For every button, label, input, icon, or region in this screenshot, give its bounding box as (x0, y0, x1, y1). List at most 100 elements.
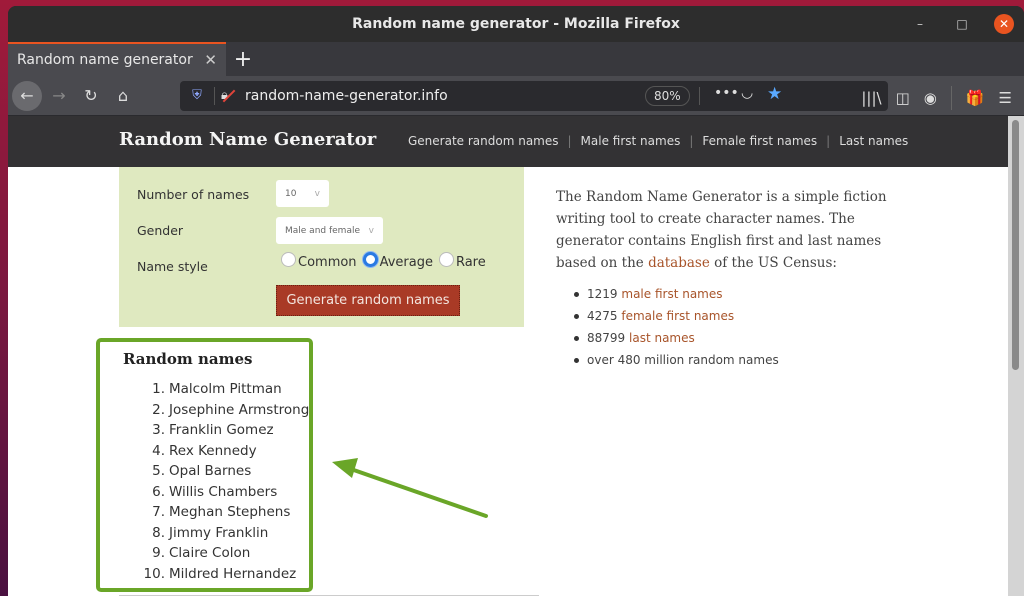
stat-link[interactable]: female first names (621, 309, 734, 323)
name-list-item: 2. Josephine Armstrong (100, 402, 310, 423)
page-actions-more-icon[interactable]: ••• (714, 85, 739, 101)
name-list-item: 10. Mildred Hernandez (100, 566, 310, 587)
gender-label: Gender (137, 223, 184, 238)
site-header: Random Name Generator Generate random na… (8, 116, 1008, 167)
pocket-icon[interactable]: ◡ (741, 85, 753, 101)
url-bar[interactable]: ⛨ 🔒︎ random-name-generator.info 80% ••• … (180, 80, 888, 111)
name-number: 6. (152, 483, 165, 500)
number-of-names-label: Number of names (137, 187, 250, 202)
name-number: 3. (152, 422, 165, 438)
name-text: Josephine Armstrong (169, 401, 310, 418)
url-actions-separator (699, 86, 700, 105)
radio-average[interactable] (362, 252, 378, 267)
name-list-item: 6. Willis Chambers (100, 484, 310, 505)
browser-window: Random name generator - Mozilla Firefox … (8, 6, 1024, 596)
database-link[interactable]: database (648, 255, 710, 271)
nav-separator: | (567, 134, 572, 148)
minimize-button[interactable]: – (910, 14, 930, 34)
radio-common[interactable] (281, 252, 296, 267)
name-text: Mildred Hernandez (169, 565, 297, 582)
name-list-item: 5. Opal Barnes (100, 463, 310, 484)
name-number: 2. (152, 401, 165, 418)
stat-count: over 480 million random names (587, 353, 779, 367)
name-list-item: 7. Meghan Stephens (100, 504, 310, 525)
close-window-button[interactable]: ✕ (994, 14, 1014, 34)
number-of-names-select[interactable]: 10 v (276, 180, 329, 207)
radio-rare-label[interactable]: Rare (456, 255, 486, 270)
results-title: Random names (123, 350, 253, 368)
url-separator (214, 86, 215, 105)
name-number: 9. (152, 545, 165, 561)
name-number: 1. (152, 381, 165, 397)
stat-item: 88799 last names (574, 327, 779, 349)
scrollbar-thumb[interactable] (1012, 120, 1019, 370)
tab-bar: Random name generator ✕ + (8, 42, 1024, 76)
library-icon[interactable]: |||\ (861, 89, 881, 107)
insecure-lock-icon[interactable]: 🔒︎ (221, 88, 237, 103)
number-of-names-value: 10 (285, 188, 297, 199)
name-number: 10. (143, 565, 165, 582)
gender-select[interactable]: Male and female v (276, 217, 383, 244)
window-title: Random name generator - Mozilla Firefox (352, 16, 680, 32)
home-button[interactable]: ⌂ (108, 81, 138, 111)
intro-paragraph: The Random Name Generator is a simple fi… (556, 186, 896, 274)
title-bar: Random name generator - Mozilla Firefox … (8, 6, 1024, 42)
chevron-down-icon: v (368, 225, 374, 236)
generate-random-names-button[interactable]: Generate random names (276, 285, 460, 316)
bookmark-star-icon[interactable]: ★ (767, 84, 782, 104)
name-text: Opal Barnes (169, 463, 252, 479)
new-tab-button[interactable]: + (226, 42, 260, 76)
stat-link[interactable]: male first names (621, 287, 722, 301)
site-nav: Generate random names | Male first names… (408, 134, 908, 148)
nav-link-male-first-names[interactable]: Male first names (581, 134, 681, 148)
random-names-results: Random names 1. Malcolm Pittman 2. Josephin… (96, 338, 313, 592)
radio-common-label[interactable]: Common (298, 255, 357, 270)
name-text: Claire Colon (169, 545, 251, 561)
hamburger-menu-icon[interactable]: ☰ (999, 89, 1012, 107)
stats-list: 1219 male first names 4275 female first n… (574, 283, 779, 371)
name-text: Jimmy Franklin (169, 524, 269, 541)
stat-count: 88799 (587, 331, 626, 345)
tab-random-name-generator[interactable]: Random name generator ✕ (8, 42, 226, 76)
name-text: Franklin Gomez (169, 422, 274, 438)
sidebar-icon[interactable]: ◫ (896, 89, 910, 107)
whats-new-gift-icon[interactable]: 🎁 (966, 89, 985, 107)
chevron-down-icon: v (314, 188, 320, 199)
name-text: Meghan Stephens (169, 504, 291, 520)
name-text: Rex Kennedy (169, 442, 257, 459)
name-style-label: Name style (137, 259, 208, 274)
name-list-item: 1. Malcolm Pittman (100, 381, 310, 402)
name-number: 7. (152, 504, 165, 520)
account-icon[interactable]: ◉ (924, 89, 937, 107)
stat-item: 1219 male first names (574, 283, 779, 305)
tracking-protection-shield-icon[interactable]: ⛨ (186, 88, 208, 103)
page-scrollbar[interactable] (1008, 116, 1024, 596)
nav-separator: | (826, 134, 831, 148)
site-title[interactable]: Random Name Generator (119, 129, 376, 150)
radio-rare[interactable] (438, 252, 454, 267)
tab-label: Random name generator (17, 52, 193, 68)
forward-button[interactable]: → (44, 81, 74, 111)
stat-link[interactable]: last names (629, 331, 695, 345)
nav-link-female-first-names[interactable]: Female first names (702, 134, 817, 148)
stat-count: 4275 (587, 309, 618, 323)
back-button[interactable]: ← (12, 80, 42, 111)
generator-form: Number of names 10 v Gender Male and fem… (119, 167, 524, 327)
nav-link-last-names[interactable]: Last names (839, 134, 908, 148)
nav-link-generate[interactable]: Generate random names (408, 134, 559, 148)
name-number: 5. (152, 463, 165, 479)
intro-text-end: of the US Census: (709, 255, 837, 271)
maximize-button[interactable]: □ (952, 14, 972, 34)
name-text: Willis Chambers (169, 483, 278, 500)
name-list-item: 4. Rex Kennedy (100, 443, 310, 464)
reload-button[interactable]: ↻ (76, 81, 106, 111)
zoom-level-badge[interactable]: 80% (645, 85, 690, 106)
page-content: Random Name Generator Generate random na… (8, 116, 1008, 596)
url-text[interactable]: random-name-generator.info (245, 88, 448, 104)
toolbar-right: |||\ ◫ ◉ 🎁 ☰ (861, 86, 1012, 110)
radio-average-label[interactable]: Average (380, 255, 433, 270)
name-text: Malcolm Pittman (169, 381, 282, 397)
close-tab-icon[interactable]: ✕ (204, 51, 217, 69)
gender-value: Male and female (285, 225, 360, 236)
results-list: 1. Malcolm Pittman 2. Josephine Armstrong 3.… (100, 381, 310, 586)
